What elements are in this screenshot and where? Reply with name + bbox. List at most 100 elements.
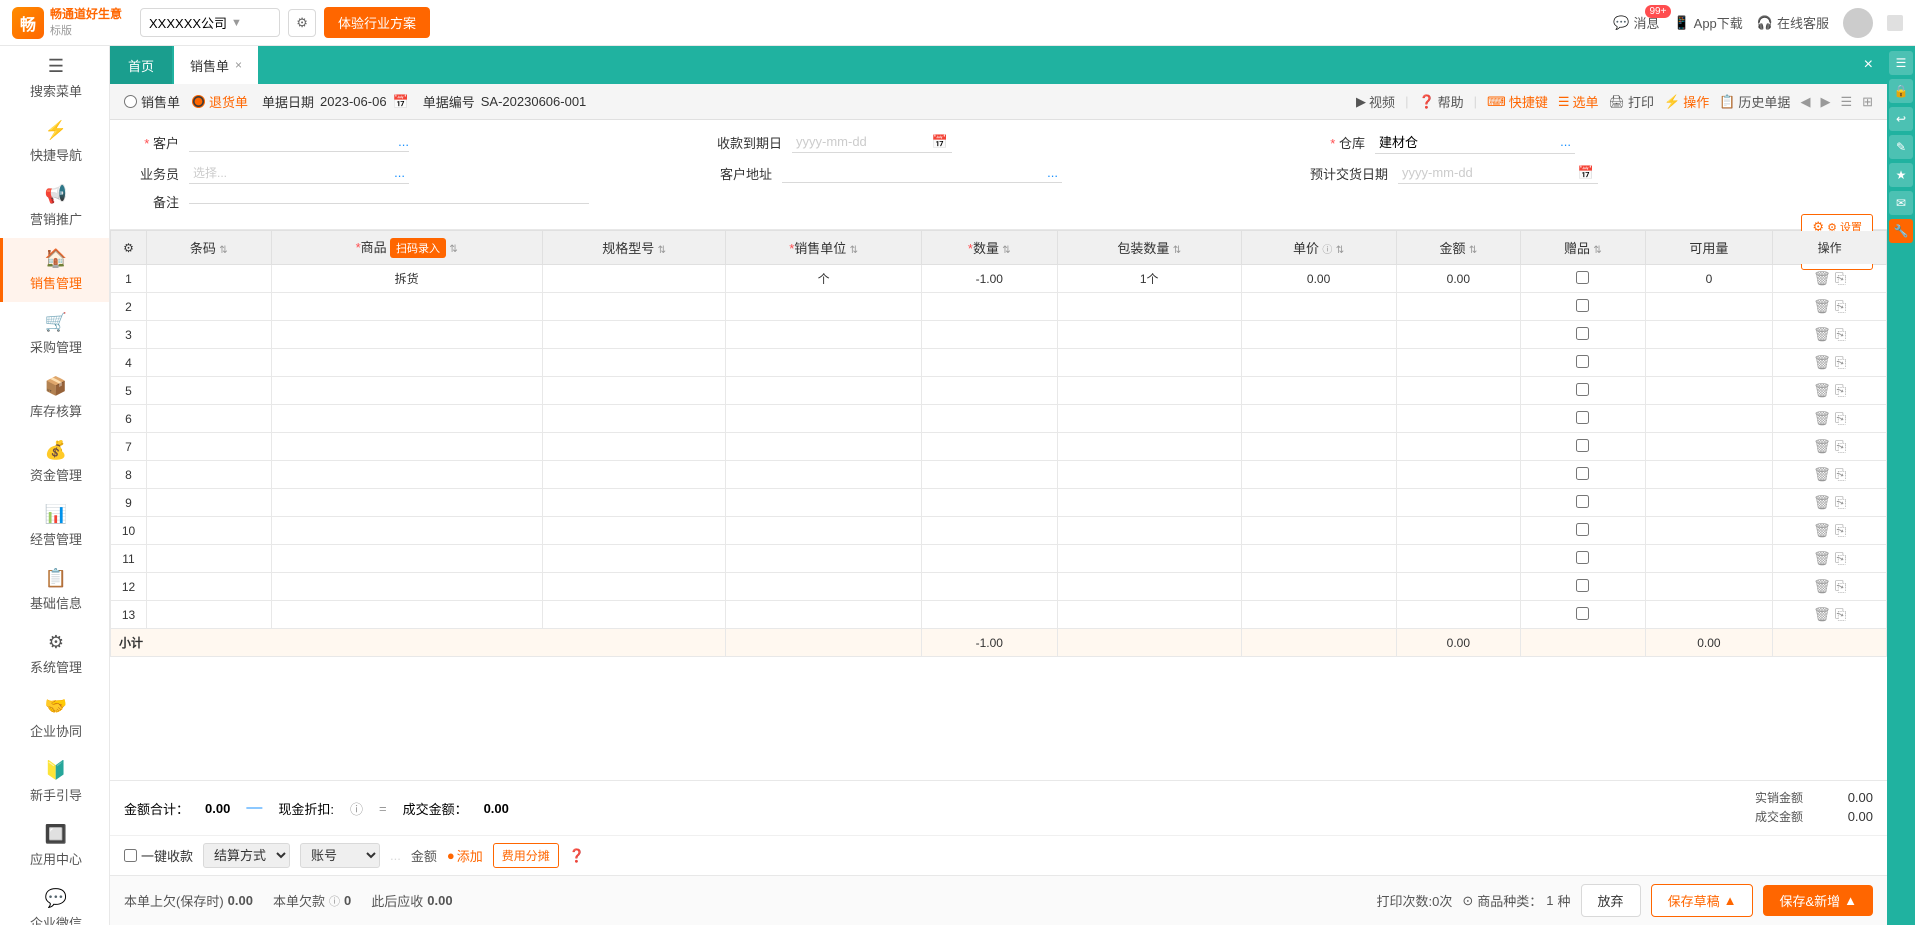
nav-next-button[interactable]: ▶	[1820, 94, 1830, 110]
row-unit[interactable]: 个	[726, 265, 921, 293]
calendar-icon[interactable]: 📅	[393, 94, 409, 110]
row-barcode[interactable]	[147, 321, 272, 349]
row-pack-qty[interactable]	[1057, 349, 1241, 377]
copy-row-icon[interactable]: ⎘	[1835, 578, 1846, 595]
row-unit-price[interactable]	[1241, 573, 1396, 601]
row-unit[interactable]	[726, 489, 921, 517]
row-gift[interactable]	[1521, 265, 1646, 293]
row-amount[interactable]	[1396, 601, 1521, 629]
row-unit-price[interactable]	[1241, 377, 1396, 405]
delete-row-icon[interactable]: 🗑	[1813, 578, 1831, 595]
sidebar-item-apps[interactable]: 🔲 应用中心	[0, 814, 109, 878]
row-unit-price[interactable]	[1241, 321, 1396, 349]
message-button[interactable]: 💬 消息 99+	[1613, 13, 1659, 32]
row-pack-qty[interactable]	[1057, 293, 1241, 321]
row-pack-qty[interactable]	[1057, 321, 1241, 349]
tab-sales-order[interactable]: 销售单 ×	[174, 46, 258, 84]
history-button[interactable]: 📋历史单据	[1719, 92, 1790, 111]
row-amount[interactable]	[1396, 349, 1521, 377]
user-avatar[interactable]	[1843, 8, 1873, 38]
one-click-payment-checkbox[interactable]: 一键收款	[124, 846, 193, 865]
row-product[interactable]	[271, 461, 542, 489]
right-panel-btn-6[interactable]: ✉	[1889, 191, 1913, 215]
row-spec[interactable]	[542, 265, 726, 293]
row-barcode[interactable]	[147, 461, 272, 489]
row-unit-price[interactable]	[1241, 461, 1396, 489]
row-product[interactable]	[271, 601, 542, 629]
radio-sales-order[interactable]: 销售单	[124, 92, 180, 111]
delete-row-icon[interactable]: 🗑	[1813, 606, 1831, 623]
user-menu-icon[interactable]	[1887, 15, 1903, 31]
row-quantity[interactable]	[921, 489, 1057, 517]
row-unit[interactable]	[726, 573, 921, 601]
row-spec[interactable]	[542, 573, 726, 601]
row-amount[interactable]	[1396, 405, 1521, 433]
copy-row-icon[interactable]: ⎘	[1835, 522, 1846, 539]
delete-row-icon[interactable]: 🗑	[1813, 466, 1831, 483]
copy-row-icon[interactable]: ⎘	[1835, 326, 1846, 343]
copy-row-icon[interactable]: ⎘	[1835, 270, 1846, 287]
table-settings-icon[interactable]: ⚙	[111, 231, 147, 265]
row-pack-qty[interactable]	[1057, 405, 1241, 433]
row-unit-price[interactable]	[1241, 489, 1396, 517]
delete-row-icon[interactable]: 🗑	[1813, 410, 1831, 427]
delete-row-icon[interactable]: 🗑	[1813, 298, 1831, 315]
row-unit[interactable]	[726, 461, 921, 489]
row-quantity[interactable]	[921, 433, 1057, 461]
row-product[interactable]	[271, 321, 542, 349]
row-quantity[interactable]	[921, 293, 1057, 321]
company-selector[interactable]: XXXXXX公司 ▼	[140, 8, 280, 37]
row-pack-qty[interactable]	[1057, 433, 1241, 461]
sidebar-item-business[interactable]: 📊 经营管理	[0, 494, 109, 558]
right-panel-btn-7[interactable]: 🔧	[1889, 219, 1913, 243]
right-panel-btn-3[interactable]: ↩	[1889, 107, 1913, 131]
row-pack-qty[interactable]	[1057, 461, 1241, 489]
copy-row-icon[interactable]: ⎘	[1835, 382, 1846, 399]
row-quantity[interactable]	[921, 405, 1057, 433]
row-gift[interactable]	[1521, 517, 1646, 545]
right-panel-btn-2[interactable]: 🔒	[1889, 79, 1913, 103]
app-download-button[interactable]: 📱 App下载	[1673, 13, 1742, 32]
row-quantity[interactable]	[921, 321, 1057, 349]
payment-due-calendar-icon[interactable]: 📅	[932, 134, 948, 150]
row-spec[interactable]	[542, 377, 726, 405]
row-pack-qty[interactable]: 1个	[1057, 265, 1241, 293]
row-spec[interactable]	[542, 321, 726, 349]
sidebar-item-purchase[interactable]: 🛒 采购管理	[0, 302, 109, 366]
right-panel-btn-4[interactable]: ✎	[1889, 135, 1913, 159]
view-grid-button[interactable]: ⊞	[1862, 94, 1873, 110]
add-payment-button[interactable]: ● 添加	[447, 846, 483, 865]
row-gift[interactable]	[1521, 293, 1646, 321]
row-unit[interactable]	[726, 433, 921, 461]
row-quantity[interactable]	[921, 545, 1057, 573]
scan-barcode-button[interactable]: 扫码录入	[390, 238, 446, 258]
row-unit[interactable]	[726, 545, 921, 573]
row-barcode[interactable]	[147, 405, 272, 433]
row-product[interactable]	[271, 377, 542, 405]
row-quantity[interactable]	[921, 377, 1057, 405]
row-unit[interactable]	[726, 293, 921, 321]
row-unit-price[interactable]	[1241, 293, 1396, 321]
row-barcode[interactable]	[147, 601, 272, 629]
row-product[interactable]	[271, 573, 542, 601]
radio-return-order[interactable]: 退货单	[192, 92, 248, 111]
row-product[interactable]	[271, 517, 542, 545]
copy-row-icon[interactable]: ⎘	[1835, 550, 1846, 567]
row-spec[interactable]	[542, 601, 726, 629]
row-gift[interactable]	[1521, 433, 1646, 461]
row-unit[interactable]	[726, 349, 921, 377]
row-product[interactable]: 拆货	[271, 265, 542, 293]
row-barcode[interactable]	[147, 517, 272, 545]
sidebar-item-marketing[interactable]: 📢 营销推广	[0, 174, 109, 238]
sidebar-item-system[interactable]: ⚙ 系统管理	[0, 622, 109, 686]
row-barcode[interactable]	[147, 293, 272, 321]
print-button[interactable]: 🖨打印	[1609, 92, 1655, 111]
row-unit-price[interactable]	[1241, 601, 1396, 629]
row-amount[interactable]	[1396, 489, 1521, 517]
row-pack-qty[interactable]	[1057, 601, 1241, 629]
online-support-button[interactable]: 🎧 在线客服	[1757, 13, 1829, 32]
nav-prev-button[interactable]: ◀	[1800, 94, 1810, 110]
row-gift[interactable]	[1521, 405, 1646, 433]
account-select[interactable]: 账号	[300, 843, 380, 868]
row-spec[interactable]	[542, 349, 726, 377]
